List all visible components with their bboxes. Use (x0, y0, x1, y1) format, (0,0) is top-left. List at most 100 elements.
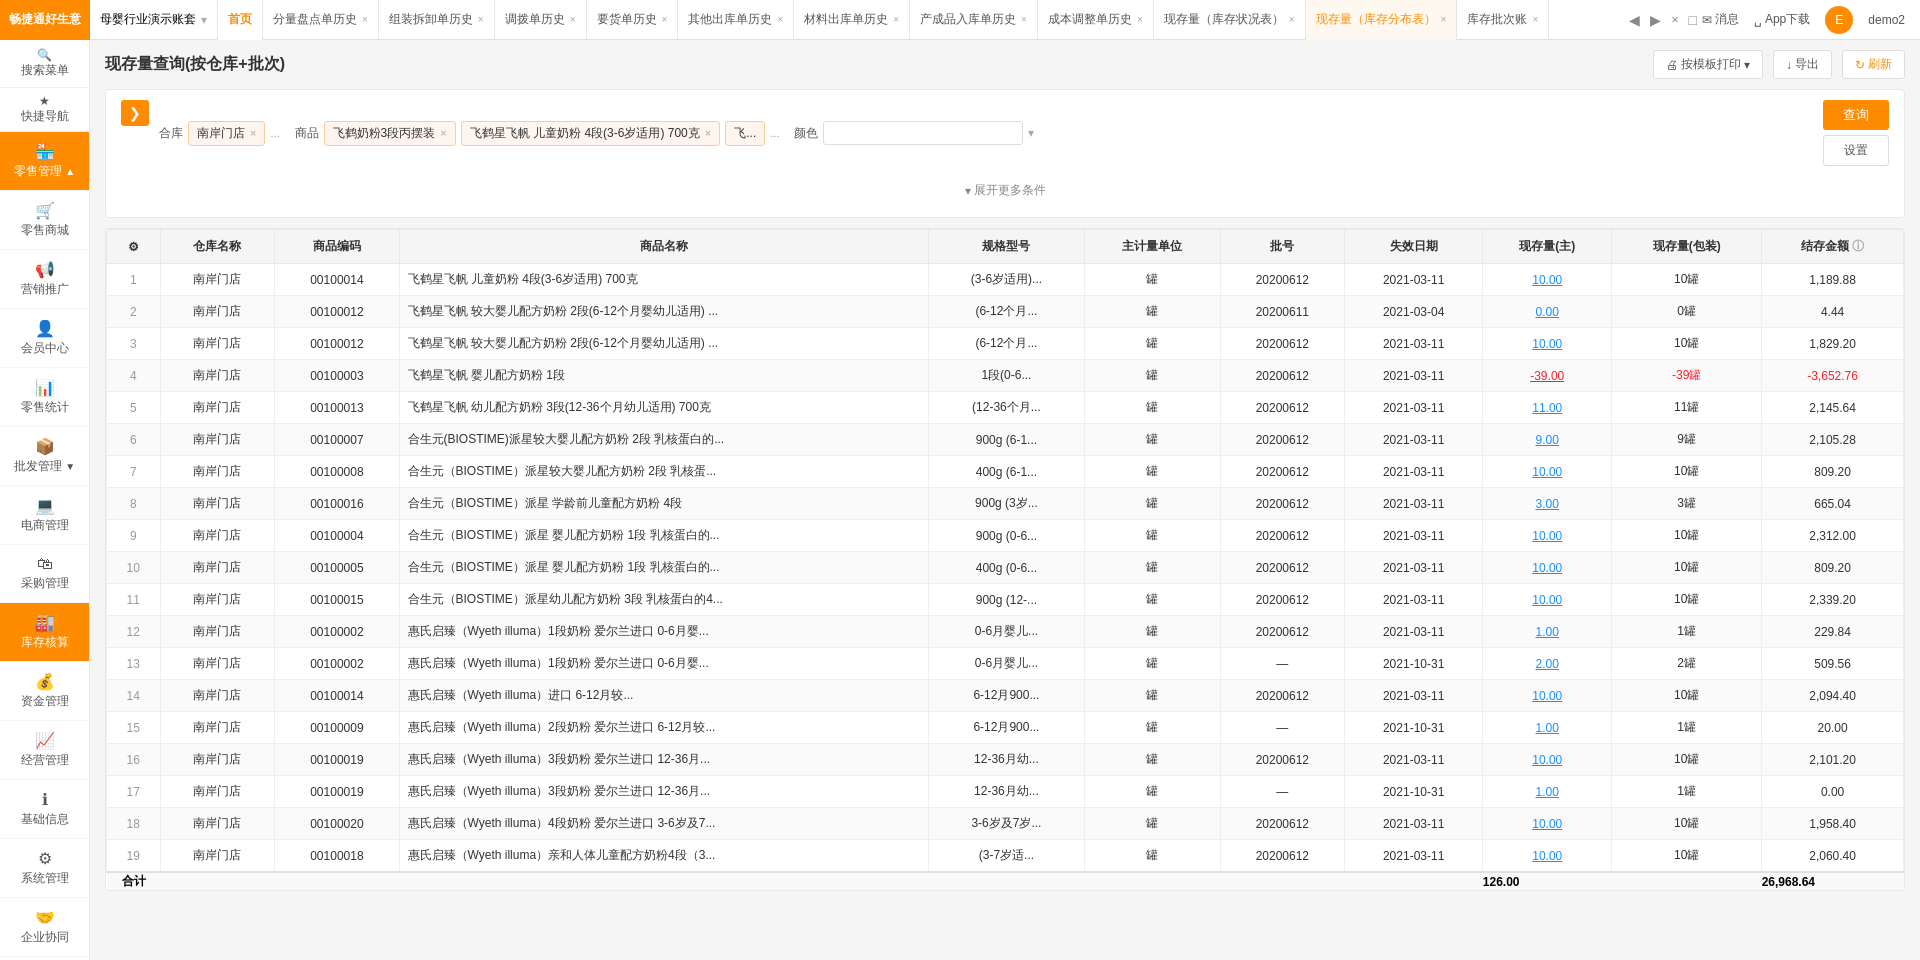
row-qty-main[interactable]: 0.00 (1483, 296, 1612, 328)
row-code: 00100020 (275, 808, 399, 840)
row-qty-main[interactable]: 11.00 (1483, 392, 1612, 424)
remove-product1-icon[interactable]: × (440, 127, 446, 139)
row-spec: 12-36月幼... (928, 776, 1084, 808)
tab-cailiaochuku[interactable]: 材料出库单历史 × (794, 0, 910, 40)
sidebar-item-inventory[interactable]: 🏭 库存核算 (0, 603, 89, 662)
settings-gear-icon[interactable]: ⚙ (128, 240, 139, 254)
sidebar-item-finance[interactable]: 💰 资金管理 (0, 662, 89, 721)
close-icon[interactable]: × (1532, 14, 1538, 25)
tab-menu-icon[interactable]: □ (1683, 12, 1701, 28)
avatar[interactable]: E (1825, 6, 1853, 34)
row-name: 合生元（BIOSTIME）派星 婴儿配方奶粉 1段 乳核蛋白的... (399, 552, 928, 584)
row-name: 合生元（BIOSTIME）派星较大婴儿配方奶粉 2段 乳核蛋... (399, 456, 928, 488)
row-amount: 0.00 (1762, 776, 1904, 808)
col-spec: 规格型号 (928, 230, 1084, 264)
row-unit: 罐 (1084, 520, 1220, 552)
row-amount: 2,094.40 (1762, 680, 1904, 712)
tab-xiancunliang-kucun[interactable]: 现存量（库存状况表） × (1154, 0, 1306, 40)
sidebar-item-marketing[interactable]: 📢 营销推广 (0, 250, 89, 309)
setting-button[interactable]: 设置 (1823, 135, 1889, 166)
row-qty-main[interactable]: 10.00 (1483, 808, 1612, 840)
tab-chengpinruku[interactable]: 产成品入库单历史 × (910, 0, 1038, 40)
color-input[interactable] (823, 121, 1023, 145)
tab-home[interactable]: 首页 (218, 0, 263, 40)
username-label[interactable]: demo2 (1868, 13, 1905, 27)
row-qty-main[interactable]: 9.00 (1483, 424, 1612, 456)
close-icon[interactable]: × (362, 14, 368, 25)
tab-fenliangpandian[interactable]: 分量盘点单历史 × (263, 0, 379, 40)
row-code: 00100003 (275, 360, 399, 392)
row-expire: 2021-03-04 (1344, 296, 1482, 328)
tab-next-icon[interactable]: ▶ (1645, 12, 1666, 28)
sidebar-item-retail-stats[interactable]: 📊 零售统计 (0, 368, 89, 427)
query-button[interactable]: 查询 (1823, 100, 1889, 130)
app-download-button[interactable]: ␣ App下载 (1754, 11, 1810, 28)
sidebar-item-retail-mall[interactable]: 🛒 零售商城 (0, 191, 89, 250)
sidebar-item-operations[interactable]: 📈 经营管理 (0, 721, 89, 780)
warehouse-tag[interactable]: 南岸门店 × (188, 121, 265, 146)
row-qty-main[interactable]: 1.00 (1483, 712, 1612, 744)
tab-xiancunliang-fenbu[interactable]: 现存量（库存分布表） × (1306, 0, 1458, 40)
sidebar-item-system[interactable]: ⚙ 系统管理 (0, 839, 89, 898)
tab-diaobodanls[interactable]: 调拨单历史 × (495, 0, 587, 40)
sidebar-item-purchase[interactable]: 🛍 采购管理 (0, 545, 89, 603)
row-unit: 罐 (1084, 552, 1220, 584)
close-icon[interactable]: × (662, 14, 668, 25)
close-icon[interactable]: × (570, 14, 576, 25)
close-icon[interactable]: × (1441, 14, 1447, 25)
close-icon[interactable]: × (893, 14, 899, 25)
row-qty-main[interactable]: 10.00 (1483, 744, 1612, 776)
close-icon[interactable]: × (478, 14, 484, 25)
row-qty-main[interactable]: 10.00 (1483, 264, 1612, 296)
refresh-button[interactable]: ↻ 刷新 (1842, 50, 1905, 79)
tab-close-all-icon[interactable]: × (1666, 13, 1683, 27)
row-qty-main[interactable]: 10.00 (1483, 840, 1612, 873)
row-qty-main[interactable]: 1.00 (1483, 776, 1612, 808)
sidebar-item-enterprise[interactable]: 🤝 企业协同 (0, 898, 89, 957)
row-qty-main[interactable]: 1.00 (1483, 616, 1612, 648)
tab-chengbentiaozhen[interactable]: 成本调整单历史 × (1038, 0, 1154, 40)
workspace-selector[interactable]: 母婴行业演示账套 ▾ (90, 0, 218, 40)
warehouse-more[interactable]: ... (270, 127, 279, 139)
row-qty-main[interactable]: 10.00 (1483, 328, 1612, 360)
product-tag-2[interactable]: 飞鹤星飞帆 儿童奶粉 4段(3-6岁适用) 700克 × (461, 121, 720, 146)
row-qty-main[interactable]: 3.00 (1483, 488, 1612, 520)
close-icon[interactable]: × (1289, 14, 1295, 25)
product-tag-1[interactable]: 飞鹤奶粉3段丙摆装 × (324, 121, 456, 146)
expand-conditions-button[interactable]: ▾ 展开更多条件 (965, 182, 1046, 199)
color-chevron-icon[interactable]: ▾ (1028, 126, 1034, 140)
row-qty-main[interactable]: 10.00 (1483, 584, 1612, 616)
sidebar-item-wholesale[interactable]: 📦 批发管理 ▼ (0, 427, 89, 486)
row-amount: 1,189.88 (1762, 264, 1904, 296)
remove-warehouse-icon[interactable]: × (250, 127, 256, 139)
tab-yaohuo[interactable]: 要货单历史 × (587, 0, 679, 40)
close-icon[interactable]: × (1137, 14, 1143, 25)
sidebar-item-member[interactable]: 👤 会员中心 (0, 309, 89, 368)
tab-prev-icon[interactable]: ◀ (1624, 12, 1645, 28)
sidebar-quick-nav[interactable]: ★ 快捷导航 (0, 88, 89, 132)
row-qty-main[interactable]: 10.00 (1483, 552, 1612, 584)
sidebar-search[interactable]: 🔍 搜索菜单 (0, 40, 89, 88)
export-button[interactable]: ↓ 导出 (1773, 50, 1832, 79)
sidebar-item-ecommerce[interactable]: 💻 电商管理 (0, 486, 89, 545)
row-qty-main[interactable]: 10.00 (1483, 520, 1612, 552)
row-qty-main[interactable]: 10.00 (1483, 456, 1612, 488)
sidebar-item-basic-info[interactable]: ℹ 基础信息 (0, 780, 89, 839)
col-settings[interactable]: ⚙ (107, 230, 161, 264)
message-button[interactable]: ✉ 消息 (1702, 11, 1739, 28)
product-more[interactable]: ... (770, 127, 779, 139)
print-button[interactable]: 🖨 按模板打印 ▾ (1653, 50, 1763, 79)
row-qty-main[interactable]: 2.00 (1483, 648, 1612, 680)
remove-product2-icon[interactable]: × (705, 127, 711, 139)
tab-qitachuku[interactable]: 其他出库单历史 × (678, 0, 794, 40)
tab-kucunpicizh[interactable]: 库存批次账 × (1457, 0, 1549, 40)
tab-zuzhuangchaixie[interactable]: 组装拆卸单历史 × (379, 0, 495, 40)
row-qty-main[interactable]: 10.00 (1483, 680, 1612, 712)
row-qty-main[interactable]: -39.00 (1483, 360, 1612, 392)
product-tag-3[interactable]: 飞... (725, 121, 765, 146)
bookmark-icon: ★ (39, 94, 50, 108)
close-icon[interactable]: × (777, 14, 783, 25)
warehouse-nav-button[interactable]: ❯ (121, 100, 149, 126)
sidebar-item-retail-mgmt[interactable]: 🏪 零售管理 ▲ (0, 132, 89, 191)
close-icon[interactable]: × (1021, 14, 1027, 25)
